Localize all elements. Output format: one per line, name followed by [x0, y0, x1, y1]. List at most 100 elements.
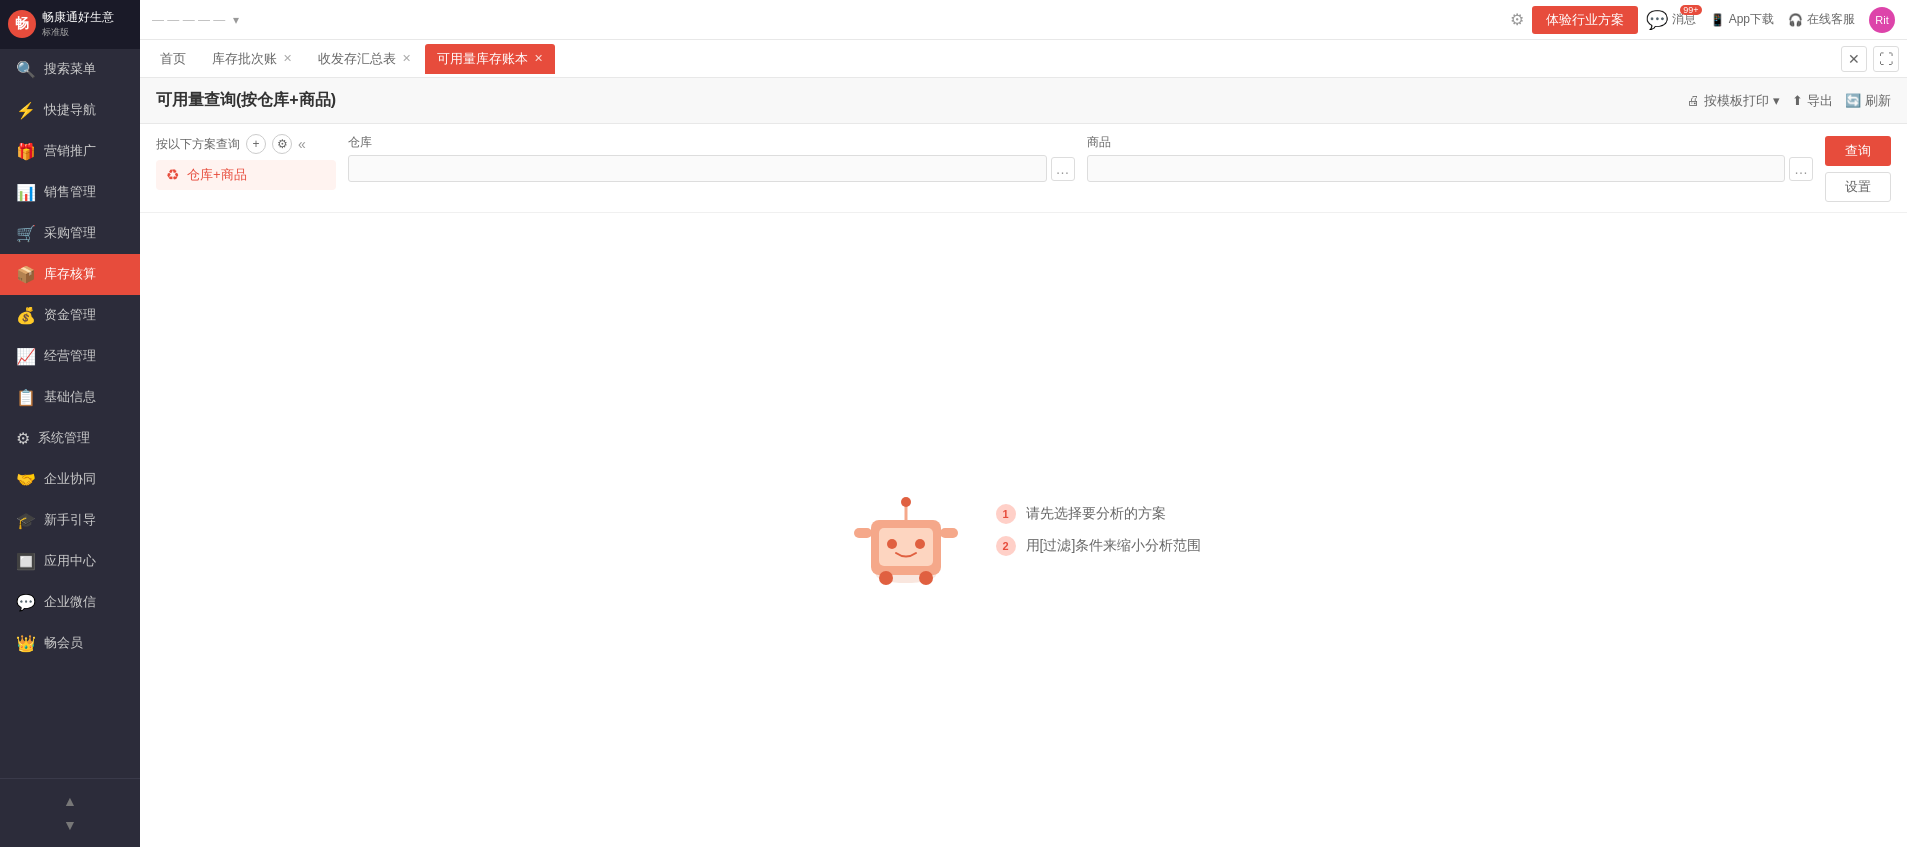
svg-rect-8: [940, 528, 958, 538]
add-scheme-btn[interactable]: +: [246, 134, 266, 154]
sidebar-footer: ▲ ▼: [0, 778, 140, 847]
scheme-item-warehouse-product[interactable]: ♻ 仓库+商品: [156, 160, 336, 190]
topbar-gear-icon[interactable]: ⚙: [1510, 10, 1524, 29]
marketing-icon: 🎁: [16, 142, 36, 161]
filter-product-label: 商品: [1087, 134, 1814, 151]
sidebar-item-finance[interactable]: 💰 资金管理: [0, 295, 140, 336]
online-service-label: 在线客服: [1807, 11, 1855, 28]
message-badge: 99+: [1680, 5, 1701, 15]
headset-icon: 🎧: [1788, 13, 1803, 27]
export-label: 导出: [1807, 92, 1833, 110]
message-action[interactable]: 💬 99+ 消息: [1646, 9, 1696, 31]
svg-point-9: [879, 571, 893, 585]
app-download-action[interactable]: 📱 App下载: [1710, 11, 1774, 28]
sidebar-item-label-search: 搜索菜单: [44, 60, 96, 78]
sidebar-item-system[interactable]: ⚙ 系统管理: [0, 418, 140, 459]
sidebar-item-app-center[interactable]: 🔲 应用中心: [0, 541, 140, 582]
tab-collection-summary-close[interactable]: ✕: [402, 52, 411, 65]
tip-num-1: 1: [996, 504, 1016, 524]
filter-warehouse-more-btn[interactable]: …: [1051, 157, 1075, 181]
sidebar-item-purchase[interactable]: 🛒 采购管理: [0, 213, 140, 254]
scroll-up-btn[interactable]: ▲: [0, 789, 140, 813]
sidebar-item-label-operations: 经营管理: [44, 347, 96, 365]
page-header-actions: 🖨 按模板打印 ▾ ⬆ 导出 🔄 刷新: [1687, 92, 1891, 110]
tab-close-btn[interactable]: ✕: [1841, 46, 1867, 72]
empty-tip-2: 2 用[过滤]条件来缩小分析范围: [996, 536, 1202, 556]
tab-batch-account[interactable]: 库存批次账 ✕: [200, 44, 304, 74]
filter-warehouse-input[interactable]: [348, 155, 1047, 182]
search-icon: 🔍: [16, 60, 36, 79]
sidebar-item-operations[interactable]: 📈 经营管理: [0, 336, 140, 377]
sidebar-item-label-system: 系统管理: [38, 429, 90, 447]
avatar: Rit: [1869, 7, 1895, 33]
filter-fields: 仓库 … 商品 …: [348, 134, 1813, 182]
empty-state: 1 请先选择要分析的方案 2 用[过滤]条件来缩小分析范围: [140, 213, 1907, 847]
page-header: 可用量查询(按仓库+商品) 🖨 按模板打印 ▾ ⬆ 导出 🔄 刷新: [140, 78, 1907, 124]
collapse-btn[interactable]: «: [298, 136, 306, 152]
scheme-icon: ♻: [166, 166, 179, 184]
tab-available-ledger-label: 可用量库存账本: [437, 50, 528, 68]
tab-batch-account-close[interactable]: ✕: [283, 52, 292, 65]
sidebar-item-label-quick: 快捷导航: [44, 101, 96, 119]
avatar-action[interactable]: Rit: [1869, 7, 1895, 33]
filter-product-group: 商品 …: [1087, 134, 1814, 182]
tab-collection-summary[interactable]: 收发存汇总表 ✕: [306, 44, 423, 74]
sidebar-item-basic-info[interactable]: 📋 基础信息: [0, 377, 140, 418]
sales-icon: 📊: [16, 183, 36, 202]
tab-available-ledger[interactable]: 可用量库存账本 ✕: [425, 44, 555, 74]
sidebar-item-search[interactable]: 🔍 搜索菜单: [0, 49, 140, 90]
sidebar-item-onboarding[interactable]: 🎓 新手引导: [0, 500, 140, 541]
sidebar-item-label-member: 畅会员: [44, 634, 83, 652]
topbar: — — — — — ▾ ⚙ 体验行业方案 💬 99+ 消息 📱 App下载 🎧 …: [140, 0, 1907, 40]
scroll-down-btn[interactable]: ▼: [0, 813, 140, 837]
sidebar-item-marketing[interactable]: 🎁 营销推广: [0, 131, 140, 172]
app-info: 畅康通好生意 标准版: [42, 10, 114, 39]
tab-expand-btn[interactable]: ⛶: [1873, 46, 1899, 72]
system-icon: ⚙: [16, 429, 30, 448]
online-service-action[interactable]: 🎧 在线客服: [1788, 11, 1855, 28]
sidebar-item-enterprise[interactable]: 🤝 企业协同: [0, 459, 140, 500]
sidebar-item-quick-nav[interactable]: ⚡ 快捷导航: [0, 90, 140, 131]
filter-product-more-btn[interactable]: …: [1789, 157, 1813, 181]
tip-num-2: 2: [996, 536, 1016, 556]
svg-point-6: [901, 497, 911, 507]
sidebar-item-enterprise-wechat[interactable]: 💬 企业微信: [0, 582, 140, 623]
sidebar-item-label-sales: 销售管理: [44, 183, 96, 201]
svg-point-10: [919, 571, 933, 585]
filter-warehouse-label: 仓库: [348, 134, 1075, 151]
filter-scheme-header: 按以下方案查询 + ⚙ «: [156, 134, 336, 154]
scheme-settings-btn[interactable]: ⚙: [272, 134, 292, 154]
breadcrumb-chevron[interactable]: ▾: [233, 13, 239, 27]
sidebar-nav: 🔍 搜索菜单 ⚡ 快捷导航 🎁 营销推广 📊 销售管理 🛒 采购管理 📦 库存核…: [0, 49, 140, 778]
print-btn[interactable]: 🖨 按模板打印 ▾: [1687, 92, 1780, 110]
sidebar-item-label-wechat: 企业微信: [44, 593, 96, 611]
export-btn[interactable]: ⬆ 导出: [1792, 92, 1833, 110]
tab-available-ledger-close[interactable]: ✕: [534, 52, 543, 65]
sidebar-item-inventory[interactable]: 📦 库存核算: [0, 254, 140, 295]
query-button[interactable]: 查询: [1825, 136, 1891, 166]
print-label: 按模板打印: [1704, 92, 1769, 110]
sidebar-item-label-inventory: 库存核算: [44, 265, 96, 283]
tabs-right: ✕ ⛶: [1841, 46, 1899, 72]
enterprise-icon: 🤝: [16, 470, 36, 489]
empty-illustration: [846, 470, 966, 590]
trial-btn[interactable]: 体验行业方案: [1532, 6, 1638, 34]
onboarding-icon: 🎓: [16, 511, 36, 530]
tip-text-2: 用[过滤]条件来缩小分析范围: [1026, 537, 1202, 555]
refresh-btn[interactable]: 🔄 刷新: [1845, 92, 1891, 110]
tab-batch-account-label: 库存批次账: [212, 50, 277, 68]
sidebar: 畅 畅康通好生意 标准版 🔍 搜索菜单 ⚡ 快捷导航 🎁 营销推广 📊 销售管理…: [0, 0, 140, 847]
filter-product-input[interactable]: [1087, 155, 1786, 182]
app-center-icon: 🔲: [16, 552, 36, 571]
sidebar-item-member[interactable]: 👑 畅会员: [0, 623, 140, 664]
settings-button[interactable]: 设置: [1825, 172, 1891, 202]
tab-home[interactable]: 首页: [148, 44, 198, 74]
member-icon: 👑: [16, 634, 36, 653]
basic-info-icon: 📋: [16, 388, 36, 407]
page-title: 可用量查询(按仓库+商品): [156, 90, 336, 111]
phone-icon: 📱: [1710, 13, 1725, 27]
sidebar-item-label-app-center: 应用中心: [44, 552, 96, 570]
sidebar-item-sales[interactable]: 📊 销售管理: [0, 172, 140, 213]
svg-point-4: [915, 539, 925, 549]
app-name: 畅康通好生意: [42, 10, 114, 26]
